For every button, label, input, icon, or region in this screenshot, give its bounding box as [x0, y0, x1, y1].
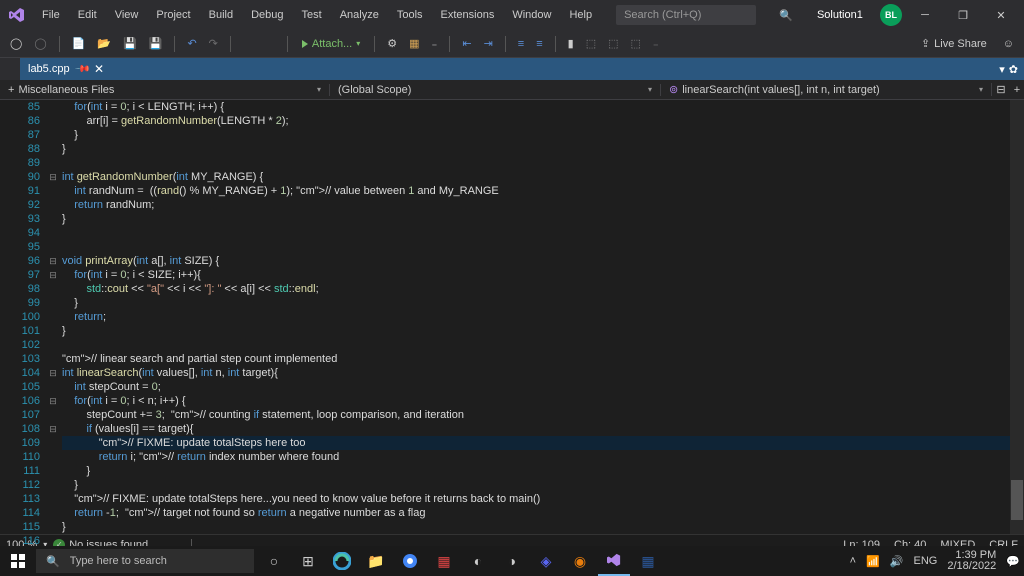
tb-icon-3[interactable]: ₋ [428, 35, 442, 52]
tab-settings-icon[interactable]: ✿ [1009, 63, 1018, 76]
user-avatar[interactable]: BL [880, 4, 902, 26]
scope-namespace[interactable]: (Global Scope) ▾ [330, 84, 661, 96]
tb-misc-4[interactable]: ₋ [649, 35, 663, 52]
windows-taskbar: 🔍 Type here to search ○ ⊞ 📁 ▦ ◐ ◑ ◈ ◉ ▦ … [0, 546, 1024, 576]
task-view-icon[interactable]: ⊞ [292, 546, 324, 576]
file-tab-active[interactable]: lab5.cpp 📌 ✕ [20, 58, 112, 80]
redo-button[interactable]: ↷ [205, 35, 222, 52]
action-center-icon[interactable]: 💬 [1006, 555, 1020, 568]
comment-button[interactable]: ≡ [514, 36, 528, 52]
open-button[interactable]: 📂 [93, 35, 115, 52]
scope-add-button[interactable]: + [1010, 84, 1024, 96]
minimize-button[interactable]: ─ [910, 5, 940, 25]
blender-icon[interactable]: ◉ [564, 546, 596, 576]
save-all-button[interactable]: 💾 [145, 35, 167, 52]
solution-name: Solution1 [817, 9, 863, 21]
menu-extensions[interactable]: Extensions [433, 5, 503, 25]
indent-left[interactable]: ⇤ [458, 35, 475, 52]
system-tray: ˄ 📶 🔊 ENG 1:39 PM 2/18/2022 💬 [850, 550, 1024, 572]
editor-tab-bar: lab5.cpp 📌 ✕ ▾ ✿ [0, 58, 1024, 80]
taskbar-apps: ○ ⊞ 📁 ▦ ◐ ◑ ◈ ◉ ▦ [258, 546, 664, 576]
close-button[interactable]: ✕ [986, 5, 1016, 25]
tb-icon-1[interactable]: ⚙ [383, 35, 401, 52]
bookmark-button[interactable]: ▮ [564, 35, 578, 52]
search-icon[interactable]: 🔍 [773, 9, 799, 22]
indent-right[interactable]: ⇥ [480, 35, 497, 52]
tb-misc-2[interactable]: ⬚ [604, 35, 622, 52]
taskbar-search[interactable]: 🔍 Type here to search [36, 549, 254, 573]
menu-help[interactable]: Help [561, 5, 600, 25]
toolbar: ◯ ◯ 📄 📂 💾 💾 ↶ ↷ Attach... ▾ ⚙ ▦ ₋ ⇤ ⇥ ≡ … [0, 30, 1024, 58]
code-editor[interactable]: 8586878889909192939495969798991001011021… [0, 100, 1024, 534]
tray-chevron[interactable]: ˄ [850, 555, 856, 567]
clock[interactable]: 1:39 PM 2/18/2022 [947, 550, 996, 572]
scope-function[interactable]: ⊚ linearSearch(int values[], int n, int … [661, 83, 992, 96]
explorer-icon[interactable]: 📁 [360, 546, 392, 576]
tab-overflow[interactable]: ▾ [999, 63, 1005, 76]
live-share-button[interactable]: ⇪Live Share [913, 35, 995, 52]
scope-split-button[interactable]: ⊟ [992, 83, 1010, 96]
nav-fwd-button[interactable]: ◯ [30, 35, 50, 52]
language-icon[interactable]: ENG [914, 555, 938, 567]
config-selector[interactable] [239, 42, 279, 46]
menu-file[interactable]: File [34, 5, 68, 25]
line-gutter: 8586878889909192939495969798991001011021… [0, 100, 46, 534]
wifi-icon[interactable]: 📶 [866, 555, 880, 568]
menu-analyze[interactable]: Analyze [332, 5, 387, 25]
pdf-icon[interactable]: ▦ [428, 546, 460, 576]
nav-back-button[interactable]: ◯ [6, 35, 26, 52]
tb-icon-2[interactable]: ▦ [405, 35, 423, 52]
tb-misc-3[interactable]: ⬚ [627, 35, 645, 52]
vertical-scrollbar[interactable] [1010, 100, 1024, 534]
play-icon [302, 40, 308, 48]
vs-logo-icon [8, 6, 26, 24]
tab-close-button[interactable]: ✕ [94, 62, 104, 76]
search-icon: 🔍 [46, 555, 60, 568]
menu-test[interactable]: Test [294, 5, 330, 25]
menu-window[interactable]: Window [504, 5, 559, 25]
menu-view[interactable]: View [107, 5, 147, 25]
cortana-icon[interactable]: ○ [258, 546, 290, 576]
scope-project[interactable]: + Miscellaneous Files ▾ [0, 84, 330, 96]
attach-button[interactable]: Attach... ▾ [296, 36, 366, 52]
maximize-button[interactable]: ❐ [948, 5, 978, 25]
menu-debug[interactable]: Debug [243, 5, 291, 25]
menu-tools[interactable]: Tools [389, 5, 431, 25]
start-button[interactable] [0, 554, 36, 568]
save-button[interactable]: 💾 [119, 35, 141, 52]
pin-icon[interactable]: 📌 [74, 61, 91, 78]
scrollbar-thumb[interactable] [1011, 480, 1023, 520]
vs-taskbar-icon[interactable] [598, 546, 630, 576]
attach-label: Attach... [312, 38, 352, 50]
app-icon-1[interactable]: ◐ [462, 546, 494, 576]
tb-misc-1[interactable]: ⬚ [582, 35, 600, 52]
menu-build[interactable]: Build [201, 5, 241, 25]
word-icon[interactable]: ▦ [632, 546, 664, 576]
scope-bar: + Miscellaneous Files ▾ (Global Scope) ▾… [0, 80, 1024, 100]
edge-icon[interactable] [326, 546, 358, 576]
tab-filename: lab5.cpp [28, 63, 70, 75]
menu-project[interactable]: Project [148, 5, 198, 25]
menu-edit[interactable]: Edit [70, 5, 105, 25]
volume-icon[interactable]: 🔊 [890, 555, 904, 568]
chrome-icon[interactable] [394, 546, 426, 576]
fold-column[interactable]: ⊟⊟⊟⊟⊟⊟ [46, 100, 60, 534]
feedback-button[interactable]: ☺ [999, 36, 1018, 52]
new-item-button[interactable]: 📄 [68, 35, 90, 52]
title-bar: File Edit View Project Build Debug Test … [0, 0, 1024, 30]
undo-button[interactable]: ↶ [183, 35, 200, 52]
app-icon-2[interactable]: ◑ [496, 546, 528, 576]
discord-icon[interactable]: ◈ [530, 546, 562, 576]
code-content[interactable]: for(int i = 0; i < LENGTH; i++) { arr[i]… [60, 100, 1024, 534]
main-menu: File Edit View Project Build Debug Test … [34, 5, 600, 25]
uncomment-button[interactable]: ≡ [532, 36, 546, 52]
title-search-input[interactable]: Search (Ctrl+Q) [616, 5, 756, 25]
